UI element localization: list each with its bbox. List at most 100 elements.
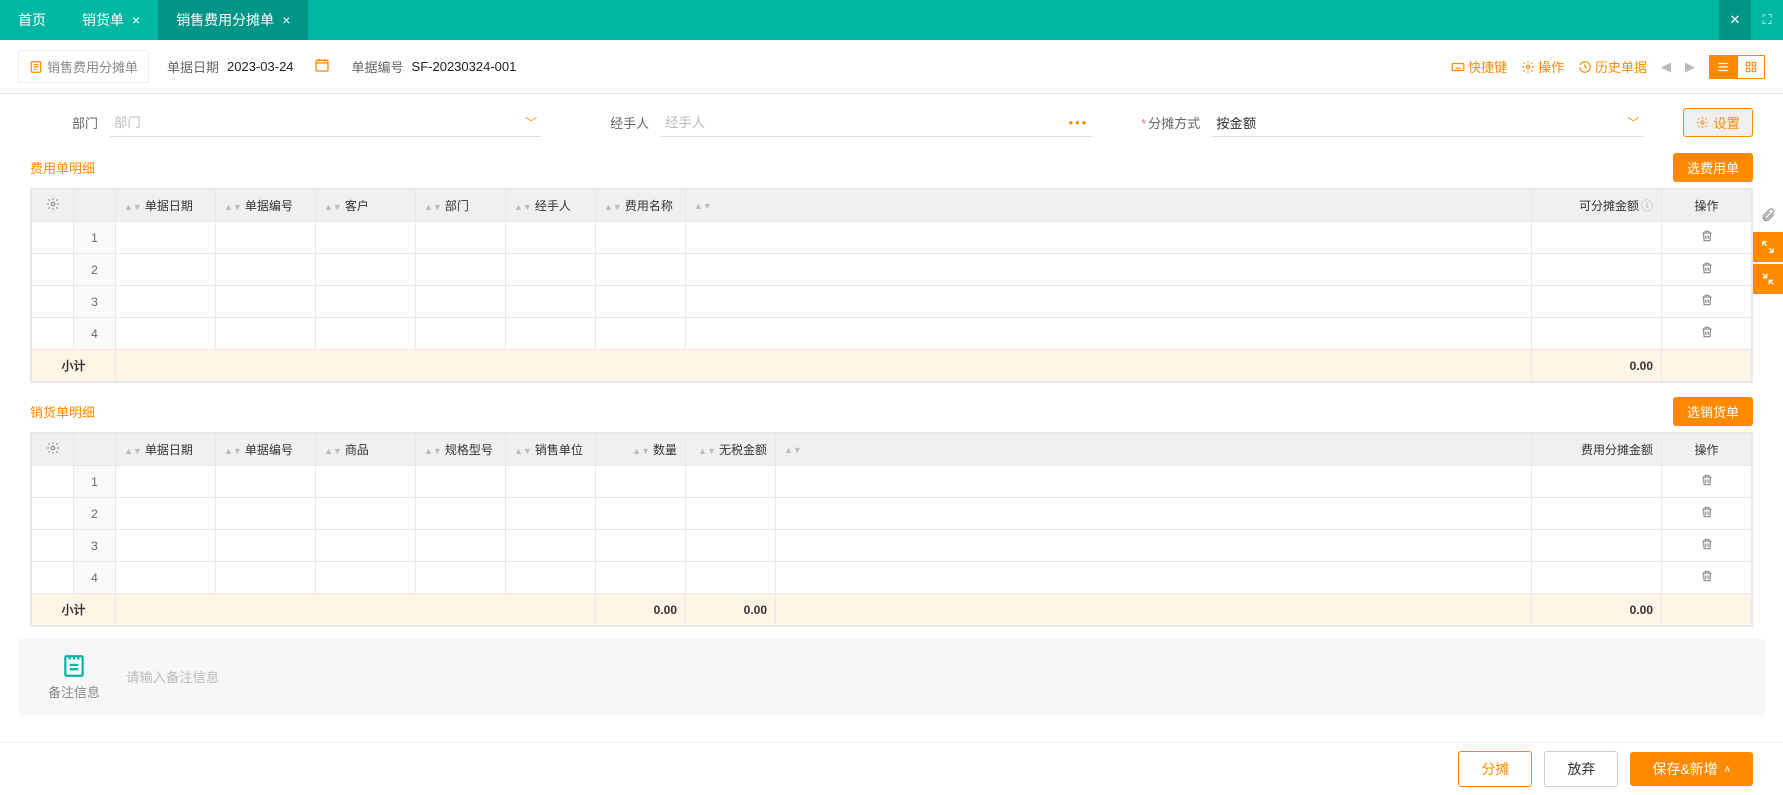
- footer-bar: 分摊 放弃 保存&新增∧: [0, 742, 1783, 795]
- close-icon[interactable]: ×: [132, 12, 140, 28]
- view-list-icon[interactable]: [1709, 55, 1737, 79]
- fee-detail-section: 费用单明细 选费用单 ▲▼单据日期 ▲▼单据编号 ▲▼客户 ▲▼部门 ▲▼经手人…: [0, 153, 1783, 383]
- select-sales-button[interactable]: 选销货单: [1673, 397, 1753, 426]
- delete-row-icon[interactable]: [1662, 318, 1752, 350]
- delete-row-icon[interactable]: [1662, 286, 1752, 318]
- subtotal-label: 小计: [32, 594, 116, 626]
- dept-label: 部门: [30, 113, 98, 132]
- notes-icon: [61, 653, 87, 679]
- table-row[interactable]: 1: [32, 222, 1752, 254]
- fee-section-title: 费用单明细: [30, 158, 95, 177]
- row-index: 3: [74, 530, 116, 562]
- remarks-section: 备注信息: [18, 639, 1765, 715]
- table-row[interactable]: 4: [32, 318, 1752, 350]
- remarks-input[interactable]: [126, 662, 1735, 693]
- dept-field: 部门 ﹀: [30, 108, 541, 137]
- chevron-up-icon: ∧: [1724, 764, 1731, 775]
- tab-home[interactable]: 首页: [0, 0, 64, 40]
- col-tax[interactable]: ▲▼无税金额: [686, 434, 776, 466]
- col-alloc[interactable]: 费用分摊金额: [1532, 434, 1662, 466]
- delete-row-icon[interactable]: [1662, 222, 1752, 254]
- ops-button[interactable]: 操作: [1521, 57, 1564, 76]
- document-icon: [29, 60, 43, 74]
- sales-section-title: 销货单明细: [30, 402, 95, 421]
- expand-icon[interactable]: [1753, 232, 1783, 262]
- delete-row-icon[interactable]: [1662, 466, 1752, 498]
- toolbar: 销售费用分摊单 单据日期 2023-03-24 单据编号 SF-20230324…: [0, 40, 1783, 94]
- shortcut-button[interactable]: 快捷键: [1451, 57, 1507, 76]
- col-allocable[interactable]: 可分摊金额ⓘ: [1532, 190, 1662, 222]
- settings-button[interactable]: 设置: [1683, 108, 1753, 137]
- row-index: 3: [74, 286, 116, 318]
- row-index: 1: [74, 466, 116, 498]
- next-doc-icon[interactable]: ▶: [1685, 59, 1695, 75]
- sales-table: ▲▼单据日期 ▲▼单据编号 ▲▼商品 ▲▼规格型号 ▲▼销售单位 ▲▼数量 ▲▼…: [31, 433, 1752, 626]
- col-unit[interactable]: ▲▼销售单位: [506, 434, 596, 466]
- attachment-icon[interactable]: [1753, 200, 1783, 230]
- view-toggle: [1709, 55, 1765, 79]
- col-num[interactable]: ▲▼单据编号: [216, 434, 316, 466]
- col-good[interactable]: ▲▼商品: [316, 434, 416, 466]
- col-fee[interactable]: ▲▼费用名称: [596, 190, 686, 222]
- prev-doc-icon[interactable]: ◀: [1661, 59, 1671, 75]
- table-row[interactable]: 1: [32, 466, 1752, 498]
- window-close-icon[interactable]: ✕: [1719, 0, 1751, 40]
- allocate-button[interactable]: 分摊: [1458, 751, 1532, 787]
- help-icon[interactable]: ⓘ: [1641, 199, 1653, 213]
- col-qty[interactable]: ▲▼数量: [596, 434, 686, 466]
- fee-table: ▲▼单据日期 ▲▼单据编号 ▲▼客户 ▲▼部门 ▲▼经手人 ▲▼费用名称 ▲▼ …: [31, 189, 1752, 382]
- dept-input[interactable]: [110, 109, 541, 137]
- select-fee-button[interactable]: 选费用单: [1673, 153, 1753, 182]
- gear-icon: [1696, 116, 1709, 129]
- col-op: 操作: [1662, 434, 1752, 466]
- delete-row-icon[interactable]: [1662, 254, 1752, 286]
- fullscreen-icon[interactable]: ⛶: [1751, 0, 1783, 40]
- col-spec[interactable]: ▲▼规格型号: [416, 434, 506, 466]
- view-grid-icon[interactable]: [1737, 55, 1765, 79]
- col-date[interactable]: ▲▼单据日期: [116, 434, 216, 466]
- form-row: 部门 ﹀ 经手人 ••• *分摊方式 ﹀ 设置: [0, 94, 1783, 147]
- method-input[interactable]: [1212, 109, 1643, 137]
- close-icon[interactable]: ×: [282, 12, 290, 28]
- delete-row-icon[interactable]: [1662, 562, 1752, 594]
- col-empty[interactable]: ▲▼: [776, 434, 1532, 466]
- table-row[interactable]: 2: [32, 498, 1752, 530]
- handler-input[interactable]: [661, 109, 1092, 137]
- col-date[interactable]: ▲▼单据日期: [116, 190, 216, 222]
- chevron-down-icon[interactable]: ﹀: [525, 114, 537, 131]
- col-num[interactable]: ▲▼单据编号: [216, 190, 316, 222]
- tab-allocation[interactable]: 销售费用分摊单×: [158, 0, 308, 40]
- delete-row-icon[interactable]: [1662, 530, 1752, 562]
- col-pers[interactable]: ▲▼经手人: [506, 190, 596, 222]
- subtotal-alloc: 0.00: [1532, 594, 1662, 626]
- row-index: 4: [74, 318, 116, 350]
- history-button[interactable]: 历史单据: [1578, 57, 1647, 76]
- save-new-button[interactable]: 保存&新增∧: [1630, 752, 1753, 786]
- row-index: 2: [74, 254, 116, 286]
- top-tab-bar: 首页 销货单× 销售费用分摊单× ✕ ⛶: [0, 0, 1783, 40]
- discard-button[interactable]: 放弃: [1544, 751, 1618, 787]
- col-dept[interactable]: ▲▼部门: [416, 190, 506, 222]
- doc-type-tab[interactable]: 销售费用分摊单: [18, 50, 149, 83]
- date-value[interactable]: 2023-03-24: [227, 59, 294, 74]
- gear-icon: [1521, 60, 1535, 74]
- keyboard-icon: [1451, 60, 1465, 74]
- table-row[interactable]: 4: [32, 562, 1752, 594]
- table-config-icon[interactable]: [32, 434, 74, 466]
- collapse-icon[interactable]: [1753, 264, 1783, 294]
- remarks-label: 备注信息: [48, 682, 100, 701]
- delete-row-icon[interactable]: [1662, 498, 1752, 530]
- table-row[interactable]: 3: [32, 286, 1752, 318]
- calendar-icon[interactable]: [314, 57, 330, 76]
- table-row[interactable]: 2: [32, 254, 1752, 286]
- chevron-down-icon[interactable]: ﹀: [1627, 114, 1639, 131]
- col-cust[interactable]: ▲▼客户: [316, 190, 416, 222]
- table-row[interactable]: 3: [32, 530, 1752, 562]
- table-config-icon[interactable]: [32, 190, 74, 222]
- row-index: 2: [74, 498, 116, 530]
- handler-label: 经手人: [581, 113, 649, 132]
- subtotal-qty: 0.00: [596, 594, 686, 626]
- more-icon[interactable]: •••: [1069, 115, 1089, 130]
- tab-sales[interactable]: 销货单×: [64, 0, 158, 40]
- col-empty[interactable]: ▲▼: [686, 190, 1532, 222]
